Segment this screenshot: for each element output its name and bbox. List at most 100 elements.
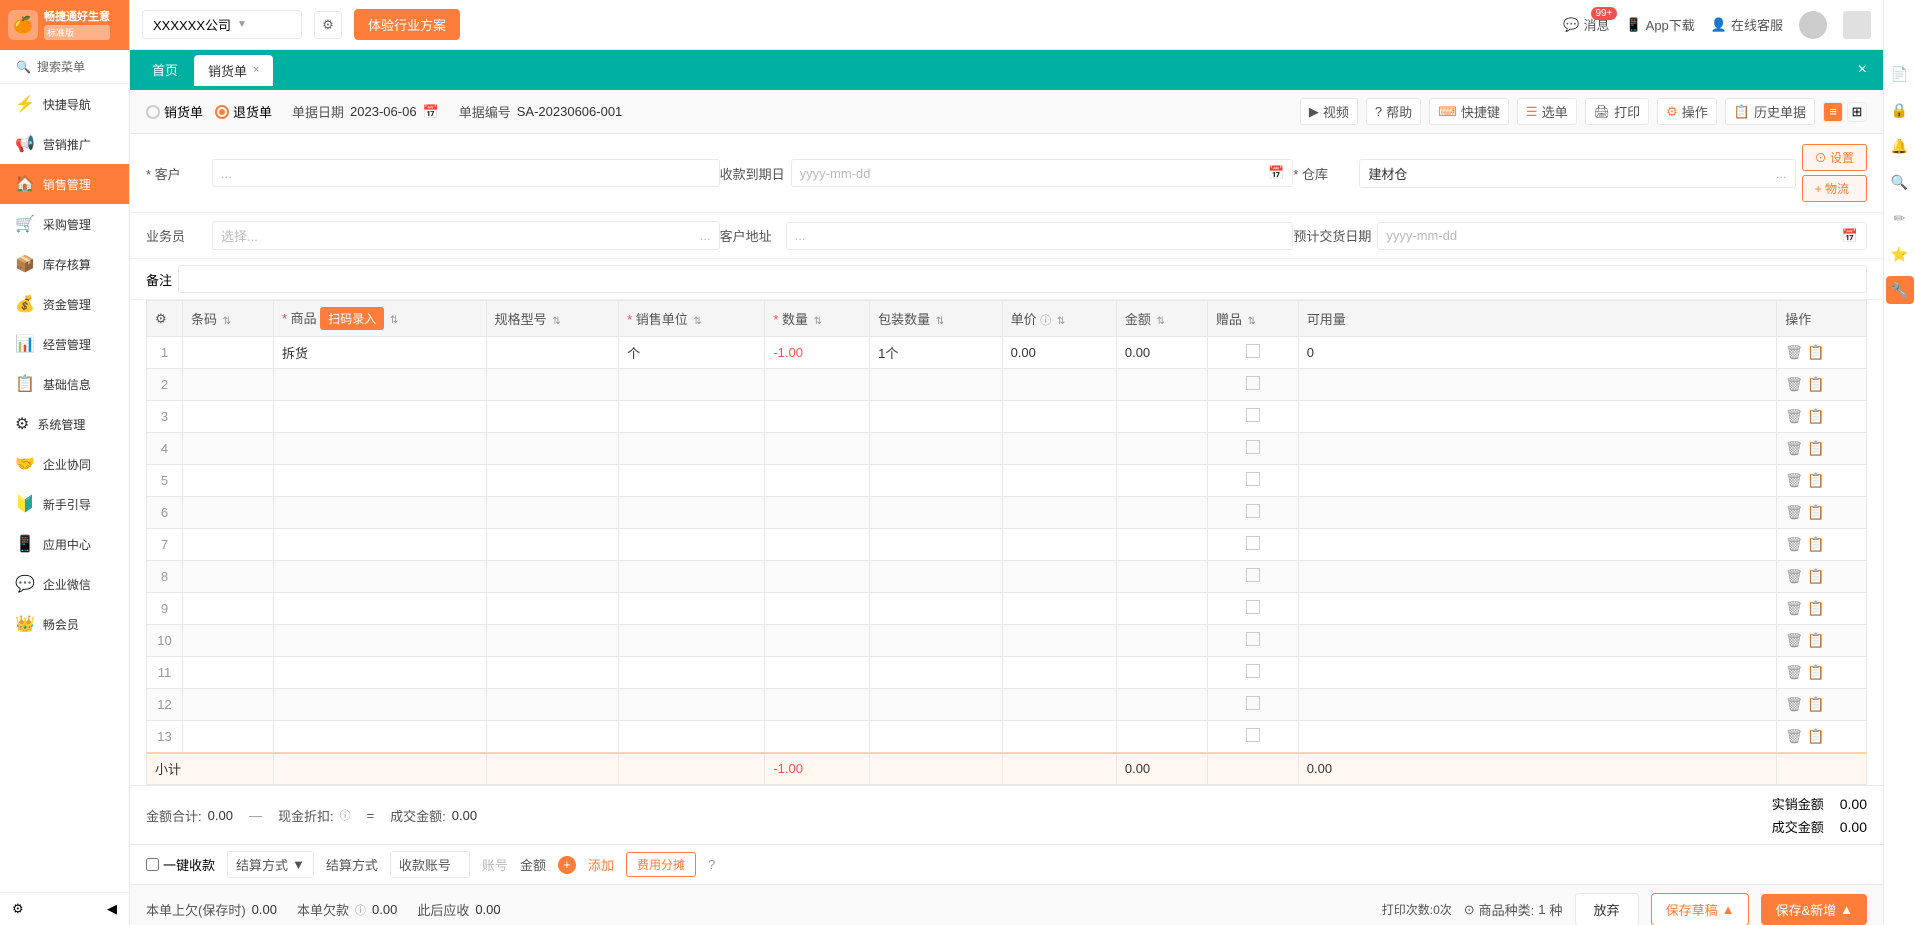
row-gift[interactable] — [1207, 497, 1298, 529]
sidebar-item-wechat[interactable]: 💬 企业微信 — [0, 564, 129, 604]
row-product[interactable] — [273, 721, 486, 753]
row-spec[interactable] — [486, 721, 618, 753]
delete-row-icon[interactable]: 🗑 — [1785, 344, 1803, 361]
copy-row-icon[interactable]: 📋 — [1807, 344, 1824, 361]
gift-checkbox[interactable] — [1246, 568, 1260, 582]
sidebar-item-guide[interactable]: 🔰 新手引导 — [0, 484, 129, 524]
row-pack-qty[interactable]: 1个 — [870, 337, 1002, 369]
row-unit-price[interactable] — [1002, 657, 1116, 689]
row-unit[interactable] — [619, 593, 765, 625]
settings-button[interactable]: ⚙ — [314, 11, 342, 39]
row-unit-price[interactable] — [1002, 593, 1116, 625]
copy-row-icon[interactable]: 📋 — [1807, 696, 1824, 713]
row-unit-price[interactable] — [1002, 465, 1116, 497]
sidebar-item-sales[interactable]: 🏠 销售管理 — [0, 164, 129, 204]
message-button[interactable]: 💬 消息 99+ — [1563, 15, 1609, 34]
row-unit-price[interactable] — [1002, 369, 1116, 401]
th-unit-sort[interactable]: ⇅ — [693, 316, 701, 327]
one-click-checkbox[interactable] — [146, 858, 159, 871]
gift-checkbox[interactable] — [1246, 664, 1260, 678]
total-owe-info[interactable]: ⓘ — [355, 902, 366, 918]
row-pack-qty[interactable] — [870, 657, 1002, 689]
row-amount[interactable] — [1116, 529, 1207, 561]
row-unit[interactable] — [619, 689, 765, 721]
search-menu[interactable]: 🔍 搜索菜单 — [0, 50, 129, 84]
tab-home[interactable]: 首页 — [138, 52, 192, 89]
row-unit-price[interactable] — [1002, 401, 1116, 433]
row-amount[interactable]: 0.00 — [1116, 337, 1207, 369]
row-quantity[interactable] — [765, 465, 870, 497]
sidebar-settings-icon[interactable]: ⚙ — [12, 901, 24, 917]
th-unit-price-info[interactable]: ⓘ — [1040, 315, 1051, 327]
th-spec-sort[interactable]: ⇅ — [552, 316, 560, 327]
product-type-icon[interactable]: ⊙ — [1464, 902, 1475, 918]
date-value[interactable]: 2023-06-06 — [350, 104, 417, 119]
row-unit-price[interactable] — [1002, 561, 1116, 593]
delete-row-icon[interactable]: 🗑 — [1785, 536, 1803, 553]
row-unit[interactable] — [619, 625, 765, 657]
row-pack-qty[interactable] — [870, 369, 1002, 401]
row-quantity[interactable] — [765, 433, 870, 465]
right-tool-1[interactable]: 📄 — [1886, 60, 1914, 88]
gift-checkbox[interactable] — [1246, 536, 1260, 550]
right-tool-2[interactable]: 🔒 — [1886, 96, 1914, 124]
select-btn[interactable]: ☰ 选单 — [1517, 98, 1577, 125]
row-amount[interactable] — [1116, 689, 1207, 721]
row-quantity[interactable]: -1.00 — [765, 337, 870, 369]
history-btn[interactable]: 📋 历史单据 — [1725, 98, 1815, 125]
cash-discount-info[interactable]: ⓘ — [340, 807, 351, 823]
operate-btn[interactable]: ⚙ 操作 — [1657, 98, 1717, 125]
sidebar-item-appstore[interactable]: 📱 应用中心 — [0, 524, 129, 564]
online-service-button[interactable]: 👤 在线客服 — [1711, 15, 1783, 34]
row-amount[interactable] — [1116, 721, 1207, 753]
row-unit[interactable] — [619, 561, 765, 593]
grid-view-btn[interactable]: ⊞ — [1847, 102, 1867, 122]
gift-checkbox[interactable] — [1246, 600, 1260, 614]
sidebar-item-system[interactable]: ⚙ 系统管理 — [0, 404, 129, 444]
radio-return[interactable]: 退货单 — [215, 102, 272, 121]
row-spec[interactable] — [486, 401, 618, 433]
sidebar-item-cooperation[interactable]: 🤝 企业协同 — [0, 444, 129, 484]
row-product[interactable] — [273, 689, 486, 721]
delete-row-icon[interactable]: 🗑 — [1785, 600, 1803, 617]
row-product[interactable] — [273, 561, 486, 593]
app-download-button[interactable]: 📱 App下载 — [1625, 15, 1694, 34]
row-quantity[interactable] — [765, 625, 870, 657]
row-barcode[interactable] — [183, 433, 274, 465]
delete-row-icon[interactable]: 🗑 — [1785, 696, 1803, 713]
radio-sale[interactable]: 销货单 — [146, 102, 203, 121]
row-spec[interactable] — [486, 465, 618, 497]
row-unit-price[interactable] — [1002, 689, 1116, 721]
row-barcode[interactable] — [183, 401, 274, 433]
row-product[interactable] — [273, 465, 486, 497]
th-quantity-sort[interactable]: ⇅ — [814, 316, 822, 327]
row-amount[interactable] — [1116, 593, 1207, 625]
th-barcode-sort[interactable]: ⇅ — [223, 316, 231, 327]
scan-button[interactable]: 扫码录入 — [320, 307, 384, 330]
user-avatar[interactable] — [1799, 11, 1827, 39]
row-spec[interactable] — [486, 529, 618, 561]
expected-delivery-calendar-icon[interactable]: 📅 — [1842, 228, 1858, 244]
copy-row-icon[interactable]: 📋 — [1807, 408, 1824, 425]
sidebar-item-basic[interactable]: 📋 基础信息 — [0, 364, 129, 404]
collection-calendar-icon[interactable]: 📅 — [1268, 165, 1284, 181]
sidebar-item-marketing[interactable]: 📢 营销推广 — [0, 124, 129, 164]
row-gift[interactable] — [1207, 401, 1298, 433]
row-amount[interactable] — [1116, 497, 1207, 529]
row-gift[interactable] — [1207, 561, 1298, 593]
right-tool-6[interactable]: ⭐ — [1886, 240, 1914, 268]
row-pack-qty[interactable] — [870, 689, 1002, 721]
company-selector[interactable]: XXXXXX公司 ▼ — [142, 10, 302, 39]
row-product[interactable] — [273, 657, 486, 689]
row-barcode[interactable] — [183, 465, 274, 497]
th-settings[interactable]: ⚙ — [147, 301, 183, 337]
payment-method-select[interactable]: 结算方式 ▼ — [227, 851, 314, 878]
copy-row-icon[interactable]: 📋 — [1807, 376, 1824, 393]
row-unit[interactable]: 个 — [619, 337, 765, 369]
row-barcode[interactable] — [183, 561, 274, 593]
gift-checkbox[interactable] — [1246, 376, 1260, 390]
copy-row-icon[interactable]: 📋 — [1807, 472, 1824, 489]
row-amount[interactable] — [1116, 401, 1207, 433]
row-pack-qty[interactable] — [870, 497, 1002, 529]
expense-question-icon[interactable]: ? — [708, 857, 715, 872]
